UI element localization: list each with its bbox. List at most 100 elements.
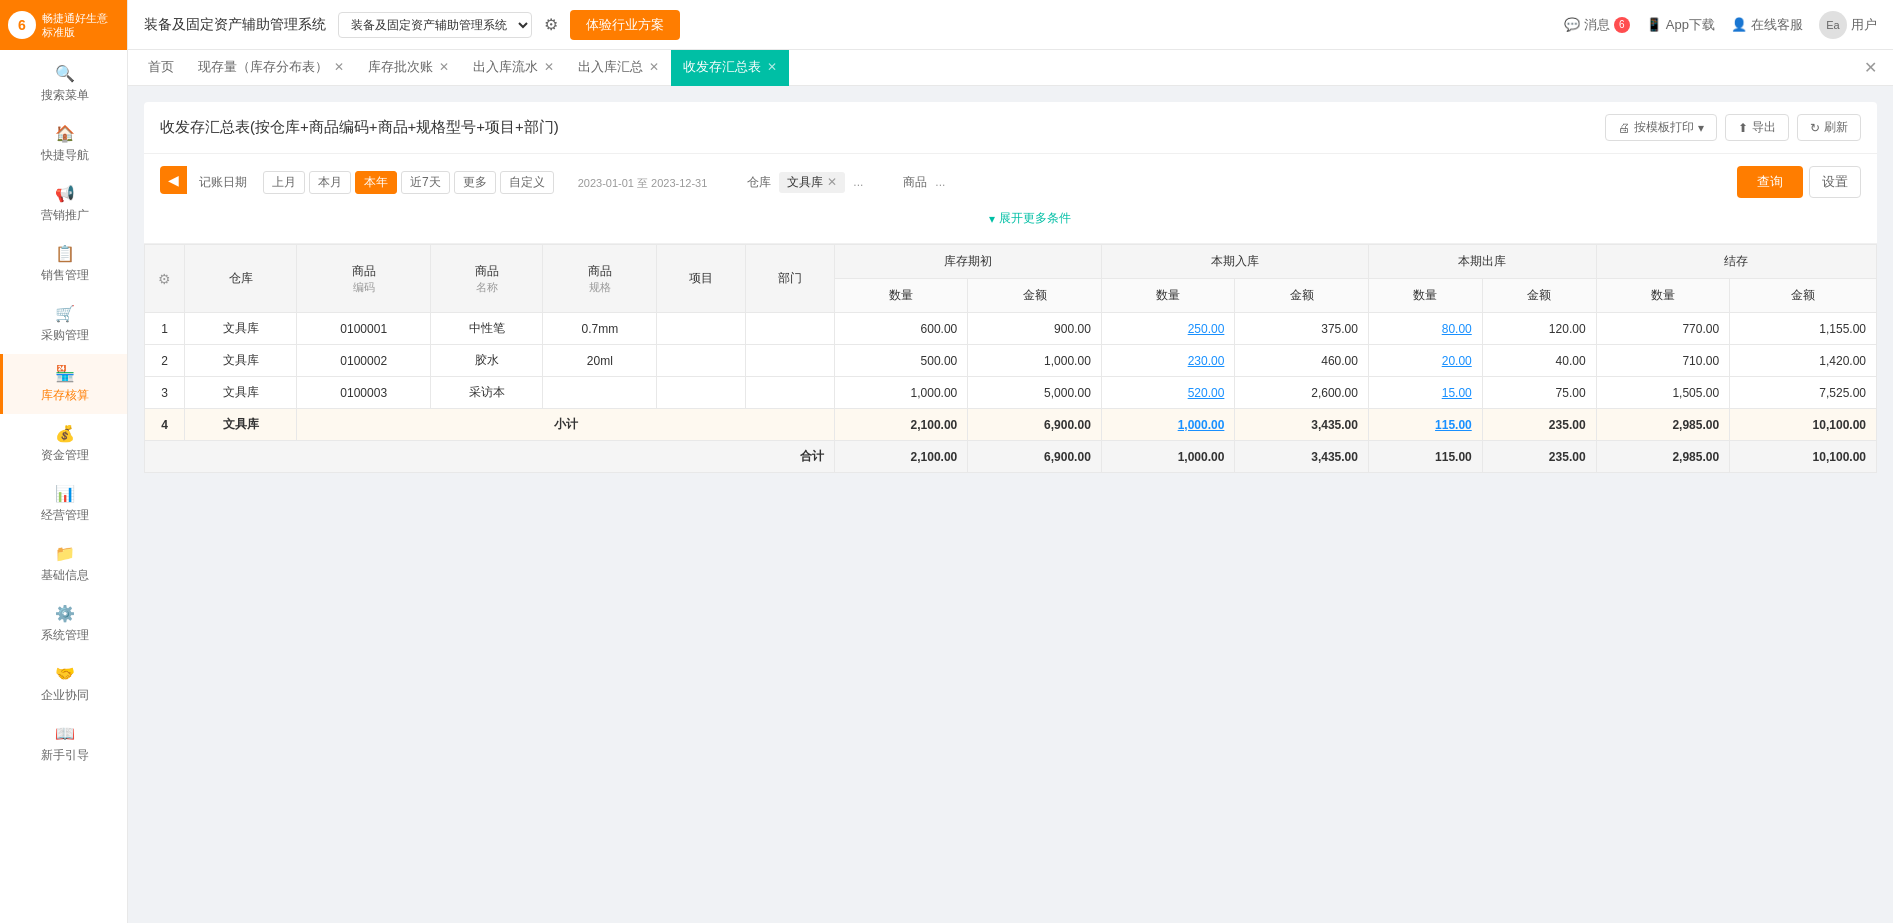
tab-home[interactable]: 首页 [136, 50, 186, 86]
cell-opening-amt: 1,000.00 [968, 345, 1102, 377]
chevron-down-icon: ▾ [1698, 121, 1704, 135]
date-btn-custom[interactable]: 自定义 [500, 171, 554, 194]
th-closing-qty: 数量 [1596, 279, 1730, 313]
trial-button[interactable]: 体验行业方案 [570, 10, 680, 40]
product-more-button[interactable]: ... [935, 175, 945, 189]
logo-icon: 6 [8, 11, 36, 39]
sidebar-item-system[interactable]: ⚙️ 系统管理 [0, 594, 127, 654]
cell-closing-amt: 7,525.00 [1730, 377, 1877, 409]
th-closing-amt: 金额 [1730, 279, 1877, 313]
cell-outbound-qty: 20.00 [1368, 345, 1482, 377]
th-closing: 结存 [1596, 245, 1876, 279]
sidebar-item-marketing[interactable]: 📢 营销推广 [0, 174, 127, 234]
refresh-button[interactable]: ↻ 刷新 [1797, 114, 1861, 141]
th-warehouse: 仓库 [185, 245, 297, 313]
sidebar: 6 畅捷通好生意 标准版 🔍 搜索菜单 🏠 快捷导航 📢 营销推广 📋 销售管理… [0, 0, 128, 923]
tab-batch[interactable]: 库存批次账 ✕ [356, 50, 461, 86]
total-closing-amt: 10,100.00 [1730, 441, 1877, 473]
sidebar-item-finance[interactable]: 💰 资金管理 [0, 414, 127, 474]
print-button[interactable]: 🖨 按模板打印 ▾ [1605, 114, 1717, 141]
th-code: 商品编码 [297, 245, 431, 313]
tab-close-stock-dist[interactable]: ✕ [334, 60, 344, 74]
subtotal-inbound-amt: 3,435.00 [1235, 409, 1369, 441]
tab-inout-summary[interactable]: 出入库汇总 ✕ [566, 50, 671, 86]
table-row: 1 文具库 0100001 中性笔 0.7mm 600.00 900.00 25… [145, 313, 1877, 345]
filter-product: 商品 ... [903, 174, 945, 191]
sidebar-item-guide[interactable]: 📖 新手引导 [0, 714, 127, 774]
tab-close-recv-send[interactable]: ✕ [767, 60, 777, 74]
inventory-icon: 🏪 [55, 364, 75, 383]
app-download-button[interactable]: 📱 App下载 [1646, 16, 1715, 34]
th-opening-amt: 金额 [968, 279, 1102, 313]
date-buttons: 上月 本月 本年 近7天 更多 自定义 [263, 171, 554, 194]
date-range: 2023-01-01 至 2023-12-31 [578, 176, 708, 191]
subtotal-outbound-amt: 235.00 [1482, 409, 1596, 441]
settings-button[interactable]: 设置 [1809, 166, 1861, 198]
expand-more-button[interactable]: ▾ 展开更多条件 [199, 206, 1861, 231]
cell-name: 采访本 [430, 377, 542, 409]
print-icon: 🖨 [1618, 121, 1630, 135]
sidebar-menu: 🔍 搜索菜单 🏠 快捷导航 📢 营销推广 📋 销售管理 🛒 采购管理 🏪 库存核… [0, 50, 127, 923]
cell-name: 中性笔 [430, 313, 542, 345]
th-spec: 商品规格 [543, 245, 657, 313]
tab-inout-flow[interactable]: 出入库流水 ✕ [461, 50, 566, 86]
sidebar-item-quick[interactable]: 🏠 快捷导航 [0, 114, 127, 174]
tab-close-inout-flow[interactable]: ✕ [544, 60, 554, 74]
tab-close-inout-summary[interactable]: ✕ [649, 60, 659, 74]
sidebar-item-operation[interactable]: 📊 经营管理 [0, 474, 127, 534]
export-button[interactable]: ⬆ 导出 [1725, 114, 1789, 141]
date-btn-this-year[interactable]: 本年 [355, 171, 397, 194]
data-table: ⚙ 仓库 商品编码 商品名称 商品规格 项目 部门 库存期初 本期入库 本期出库… [144, 244, 1877, 473]
th-inbound-qty: 数量 [1101, 279, 1235, 313]
warehouse-more-button[interactable]: ... [853, 175, 863, 189]
sidebar-item-search[interactable]: 🔍 搜索菜单 [0, 54, 127, 114]
tab-stock-dist[interactable]: 现存量（库存分布表） ✕ [186, 50, 356, 86]
cell-no: 2 [145, 345, 185, 377]
cell-opening-qty: 1,000.00 [834, 377, 968, 409]
sidebar-item-inventory[interactable]: 🏪 库存核算 [0, 354, 127, 414]
cell-closing-qty: 1,505.00 [1596, 377, 1730, 409]
message-button[interactable]: 💬 消息 6 [1564, 16, 1630, 34]
enterprise-icon: 🤝 [55, 664, 75, 683]
subtotal-outbound-qty: 115.00 [1368, 409, 1482, 441]
settings-icon[interactable]: ⚙ [544, 15, 558, 34]
sidebar-item-purchase[interactable]: 🛒 采购管理 [0, 294, 127, 354]
tabbar-close-icon[interactable]: ✕ [1856, 58, 1885, 77]
cell-warehouse: 文具库 [185, 377, 297, 409]
table-settings-icon[interactable]: ⚙ [158, 271, 171, 287]
cell-code: 0100001 [297, 313, 431, 345]
date-label: 记账日期 [199, 174, 247, 191]
query-button[interactable]: 查询 [1737, 166, 1803, 198]
filter-toggle-button[interactable]: ◀ [160, 166, 187, 194]
date-btn-7days[interactable]: 近7天 [401, 171, 450, 194]
warehouse-tag-close-icon[interactable]: ✕ [827, 175, 837, 189]
cell-inbound-qty: 520.00 [1101, 377, 1235, 409]
total-outbound-amt: 235.00 [1482, 441, 1596, 473]
cell-outbound-qty: 80.00 [1368, 313, 1482, 345]
user-menu[interactable]: Ea 用户 [1819, 11, 1877, 39]
date-btn-more[interactable]: 更多 [454, 171, 496, 194]
sidebar-item-sales[interactable]: 📋 销售管理 [0, 234, 127, 294]
page-header: 收发存汇总表(按仓库+商品编码+商品+规格型号+项目+部门) 🖨 按模板打印 ▾… [144, 102, 1877, 154]
date-btn-last-month[interactable]: 上月 [263, 171, 305, 194]
sidebar-item-basic[interactable]: 📁 基础信息 [0, 534, 127, 594]
cell-warehouse: 文具库 [185, 345, 297, 377]
subtotal-closing-amt: 10,100.00 [1730, 409, 1877, 441]
cell-spec: 0.7mm [543, 313, 657, 345]
cell-outbound-amt: 120.00 [1482, 313, 1596, 345]
th-settings[interactable]: ⚙ [145, 245, 185, 313]
tab-recv-send[interactable]: 收发存汇总表 ✕ [671, 50, 789, 86]
tab-close-batch[interactable]: ✕ [439, 60, 449, 74]
system-select[interactable]: 装备及固定资产辅助管理系统 [338, 12, 532, 38]
filter-row-date: 记账日期 上月 本月 本年 近7天 更多 自定义 2023-01-01 至 20… [199, 166, 1861, 198]
sidebar-item-enterprise[interactable]: 🤝 企业协同 [0, 654, 127, 714]
total-opening-qty: 2,100.00 [834, 441, 968, 473]
date-btn-this-month[interactable]: 本月 [309, 171, 351, 194]
th-name: 商品名称 [430, 245, 542, 313]
sidebar-logo: 6 畅捷通好生意 标准版 [0, 0, 127, 50]
cell-closing-amt: 1,155.00 [1730, 313, 1877, 345]
basic-icon: 📁 [55, 544, 75, 563]
online-service-button[interactable]: 👤 在线客服 [1731, 16, 1803, 34]
cell-spec [543, 377, 657, 409]
th-outbound: 本期出库 [1368, 245, 1596, 279]
